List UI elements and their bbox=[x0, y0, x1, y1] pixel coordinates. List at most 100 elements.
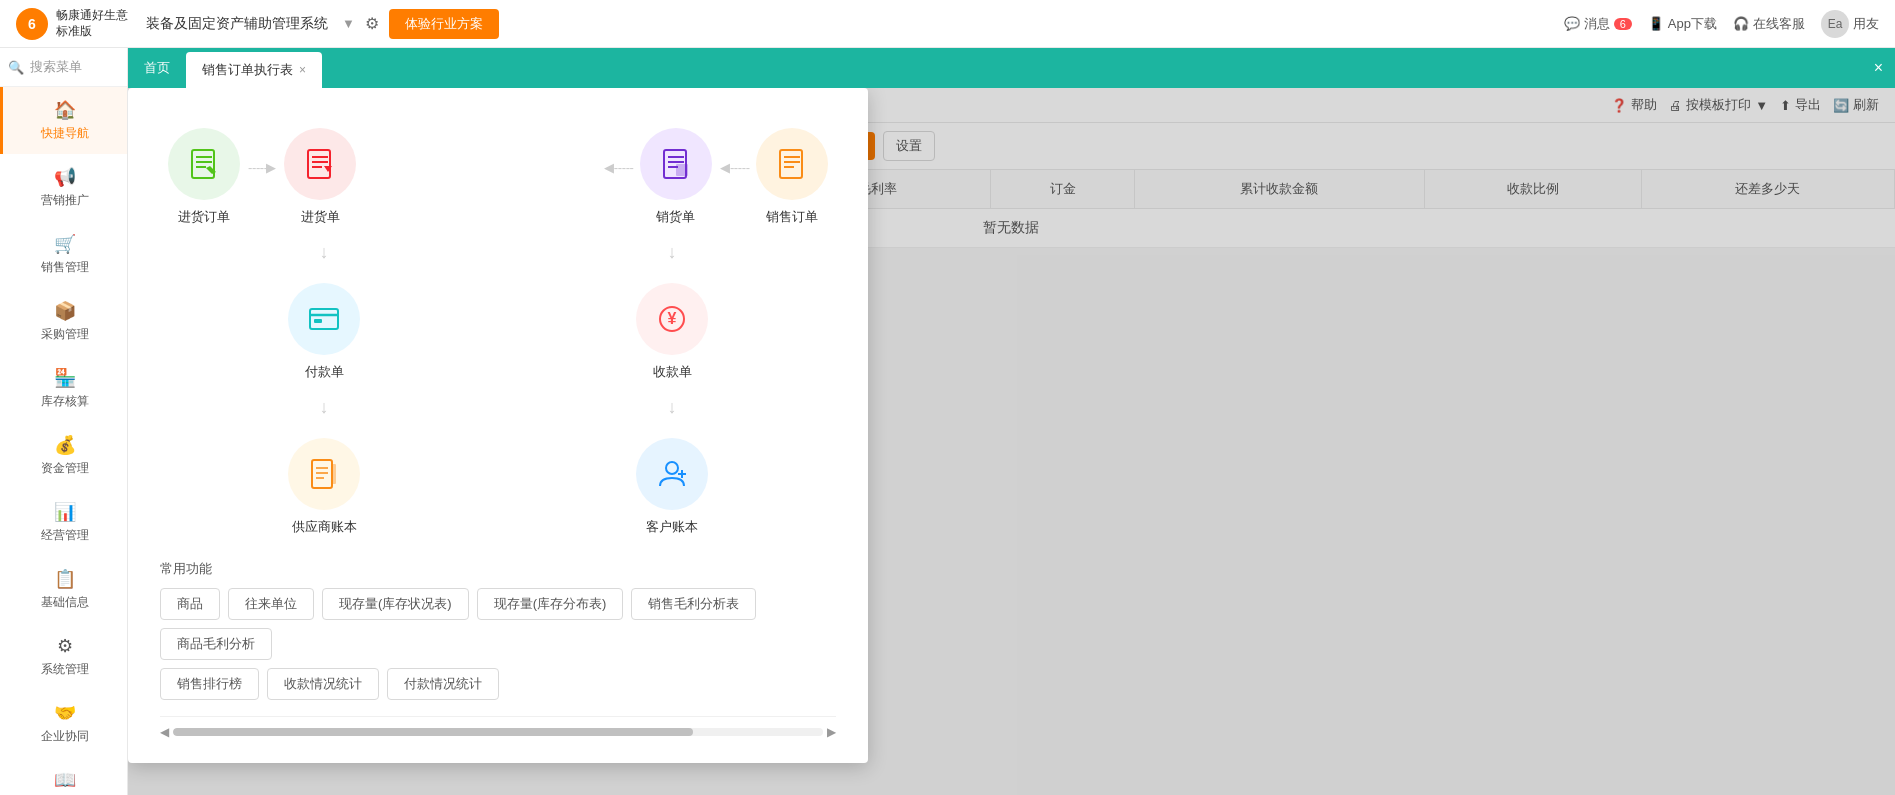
flow-node-purchase-order[interactable]: 进货订单 bbox=[160, 112, 248, 242]
app-download-item[interactable]: 📱 App下载 bbox=[1648, 15, 1717, 33]
flow-node-sales-bill[interactable]: 销货单 bbox=[632, 112, 720, 242]
common-functions-title: 常用功能 bbox=[160, 560, 836, 578]
sidebar-item-sales[interactable]: 🛒 销售管理 bbox=[0, 221, 127, 288]
top-bar-right: 💬 消息 6 📱 App下载 🎧 在线客服 Ea 用友 bbox=[1564, 10, 1879, 38]
sales-bill-label: 销货单 bbox=[656, 208, 695, 226]
down-arrow-supplier: ↓ bbox=[320, 397, 329, 418]
supplier-ledger-circle[interactable] bbox=[288, 438, 360, 510]
basic-info-icon: 📋 bbox=[54, 568, 76, 590]
sidebar-item-operation[interactable]: 📊 经营管理 bbox=[0, 489, 127, 556]
svg-rect-22 bbox=[312, 460, 332, 488]
sidebar-item-inventory[interactable]: 🏪 库存核算 bbox=[0, 355, 127, 422]
func-btn-sales-rank[interactable]: 销售排行榜 bbox=[160, 668, 259, 700]
col-receipt: ↓ ¥ 收款单 bbox=[628, 242, 716, 397]
message-item[interactable]: 💬 消息 6 bbox=[1564, 15, 1632, 33]
svg-rect-12 bbox=[676, 164, 688, 176]
col-customer: ↓ 客户账本 bbox=[628, 397, 716, 552]
func-btn-receipt-stats[interactable]: 收款情况统计 bbox=[267, 668, 379, 700]
sidebar-item-label: 营销推广 bbox=[41, 192, 89, 209]
purchase-bill-label: 进货单 bbox=[301, 208, 340, 226]
flow-node-payment[interactable]: 付款单 bbox=[280, 267, 368, 397]
sidebar-item-label: 资金管理 bbox=[41, 460, 89, 477]
scrollbar-thumb bbox=[173, 728, 693, 736]
system-title: 装备及固定资产辅助管理系统 bbox=[146, 15, 328, 33]
sidebar-item-finance[interactable]: 💰 资金管理 bbox=[0, 422, 127, 489]
arrow-2: ◀ - - - - - bbox=[604, 160, 632, 175]
online-service-item[interactable]: 🎧 在线客服 bbox=[1733, 15, 1805, 33]
tab-sales-order[interactable]: 销售订单执行表 × bbox=[186, 52, 322, 88]
customer-ledger-label: 客户账本 bbox=[646, 518, 698, 536]
func-btn-product-profit[interactable]: 商品毛利分析 bbox=[160, 628, 272, 660]
down-arrow-payment: ↓ bbox=[320, 242, 329, 263]
top-bar-left: 6 畅康通好生意 标准版 装备及固定资产辅助管理系统 ▼ ⚙ 体验行业方案 bbox=[16, 8, 499, 40]
func-btn-inventory-dist[interactable]: 现存量(库存分布表) bbox=[477, 588, 624, 620]
tab-panel-close-icon[interactable]: × bbox=[1874, 59, 1895, 77]
sidebar-item-purchase[interactable]: 📦 采购管理 bbox=[0, 288, 127, 355]
arrow-3: ◀ - - - - - bbox=[720, 160, 748, 175]
flow-node-sales-order[interactable]: 销售订单 bbox=[748, 112, 836, 242]
sidebar-item-label: 快捷导航 bbox=[41, 125, 89, 142]
flow-node-customer-ledger[interactable]: 客户账本 bbox=[628, 422, 716, 552]
sidebar-item-label: 企业协同 bbox=[41, 728, 89, 745]
purchase-order-circle[interactable] bbox=[168, 128, 240, 200]
sidebar-item-label: 库存核算 bbox=[41, 393, 89, 410]
sidebar: 🔍 搜索菜单 🏠 快捷导航 📢 营销推广 🛒 销售管理 📦 采购管理 🏪 bbox=[0, 48, 128, 795]
inventory-icon: 🏪 bbox=[54, 367, 76, 389]
customer-ledger-circle[interactable] bbox=[636, 438, 708, 510]
quick-nav-modal: 进货订单 - - - - - ▶ bbox=[128, 88, 868, 763]
func-btn-inventory-status[interactable]: 现存量(库存状况表) bbox=[322, 588, 469, 620]
user-item[interactable]: Ea 用友 bbox=[1821, 10, 1879, 38]
sidebar-item-enterprise[interactable]: 🤝 企业协同 bbox=[0, 690, 127, 757]
logo-area: 6 畅康通好生意 标准版 bbox=[16, 8, 136, 40]
system-dropdown-icon[interactable]: ▼ bbox=[342, 16, 355, 31]
modal-scrollbar: ◀ ▶ bbox=[160, 716, 836, 739]
func-buttons-row2: 销售排行榜 收款情况统计 付款情况统计 bbox=[160, 668, 836, 700]
sales-bill-circle[interactable] bbox=[640, 128, 712, 200]
col-supplier: ↓ 供应商账本 bbox=[280, 397, 368, 552]
sidebar-item-quick-nav[interactable]: 🏠 快捷导航 bbox=[0, 87, 127, 154]
func-btn-payment-stats[interactable]: 付款情况统计 bbox=[387, 668, 499, 700]
func-btn-product[interactable]: 商品 bbox=[160, 588, 220, 620]
svg-rect-0 bbox=[192, 150, 214, 178]
settings-icon[interactable]: ⚙ bbox=[365, 14, 379, 33]
right-panel: 首页 销售订单执行表 × × ❓ 帮助 🖨 bbox=[128, 48, 1895, 795]
supplier-ledger-label: 供应商账本 bbox=[292, 518, 357, 536]
sidebar-item-label: 经营管理 bbox=[41, 527, 89, 544]
modal-overlay: 进货订单 - - - - - ▶ bbox=[128, 88, 1895, 795]
sidebar-item-label: 采购管理 bbox=[41, 326, 89, 343]
scroll-right-icon[interactable]: ▶ bbox=[827, 725, 836, 739]
func-btn-sales-profit[interactable]: 销售毛利分析表 bbox=[631, 588, 756, 620]
tab-close-icon[interactable]: × bbox=[299, 63, 306, 77]
trial-button[interactable]: 体验行业方案 bbox=[389, 9, 499, 39]
enterprise-icon: 🤝 bbox=[54, 702, 76, 724]
func-btn-contacts[interactable]: 往来单位 bbox=[228, 588, 314, 620]
scroll-left-icon[interactable]: ◀ bbox=[160, 725, 169, 739]
tab-home[interactable]: 首页 bbox=[128, 48, 186, 88]
receipt-circle[interactable]: ¥ bbox=[636, 283, 708, 355]
sidebar-search[interactable]: 🔍 搜索菜单 bbox=[0, 48, 127, 87]
flow-node-supplier-ledger[interactable]: 供应商账本 bbox=[280, 422, 368, 552]
sidebar-item-basic-info[interactable]: 📋 基础信息 bbox=[0, 556, 127, 623]
sidebar-item-guide[interactable]: 📖 新手引导 bbox=[0, 757, 127, 795]
message-icon: 💬 bbox=[1564, 16, 1580, 31]
sidebar-item-system[interactable]: ⚙ 系统管理 bbox=[0, 623, 127, 690]
svg-rect-13 bbox=[780, 150, 802, 178]
top-bar: 6 畅康通好生意 标准版 装备及固定资产辅助管理系统 ▼ ⚙ 体验行业方案 💬 … bbox=[0, 0, 1895, 48]
scrollbar-track[interactable] bbox=[173, 728, 823, 736]
avatar: Ea bbox=[1821, 10, 1849, 38]
payment-label: 付款单 bbox=[305, 363, 344, 381]
sidebar-item-marketing[interactable]: 📢 营销推广 bbox=[0, 154, 127, 221]
sales-order-circle[interactable] bbox=[756, 128, 828, 200]
purchase-bill-circle[interactable] bbox=[284, 128, 356, 200]
main-content: 🔍 搜索菜单 🏠 快捷导航 📢 营销推广 🛒 销售管理 📦 采购管理 🏪 bbox=[0, 48, 1895, 795]
flow-node-purchase-bill[interactable]: 进货单 bbox=[276, 112, 364, 242]
receipt-label: 收款单 bbox=[653, 363, 692, 381]
logo-text: 畅康通好生意 标准版 bbox=[56, 8, 128, 39]
flow-node-receipt[interactable]: ¥ 收款单 bbox=[628, 267, 716, 397]
sales-icon: 🛒 bbox=[54, 233, 76, 255]
payment-circle[interactable] bbox=[288, 283, 360, 355]
svg-rect-17 bbox=[310, 309, 338, 329]
app-container: 6 畅康通好生意 标准版 装备及固定资产辅助管理系统 ▼ ⚙ 体验行业方案 💬 … bbox=[0, 0, 1895, 795]
col-payment: ↓ 付款单 bbox=[280, 242, 368, 397]
svg-point-27 bbox=[666, 462, 678, 474]
